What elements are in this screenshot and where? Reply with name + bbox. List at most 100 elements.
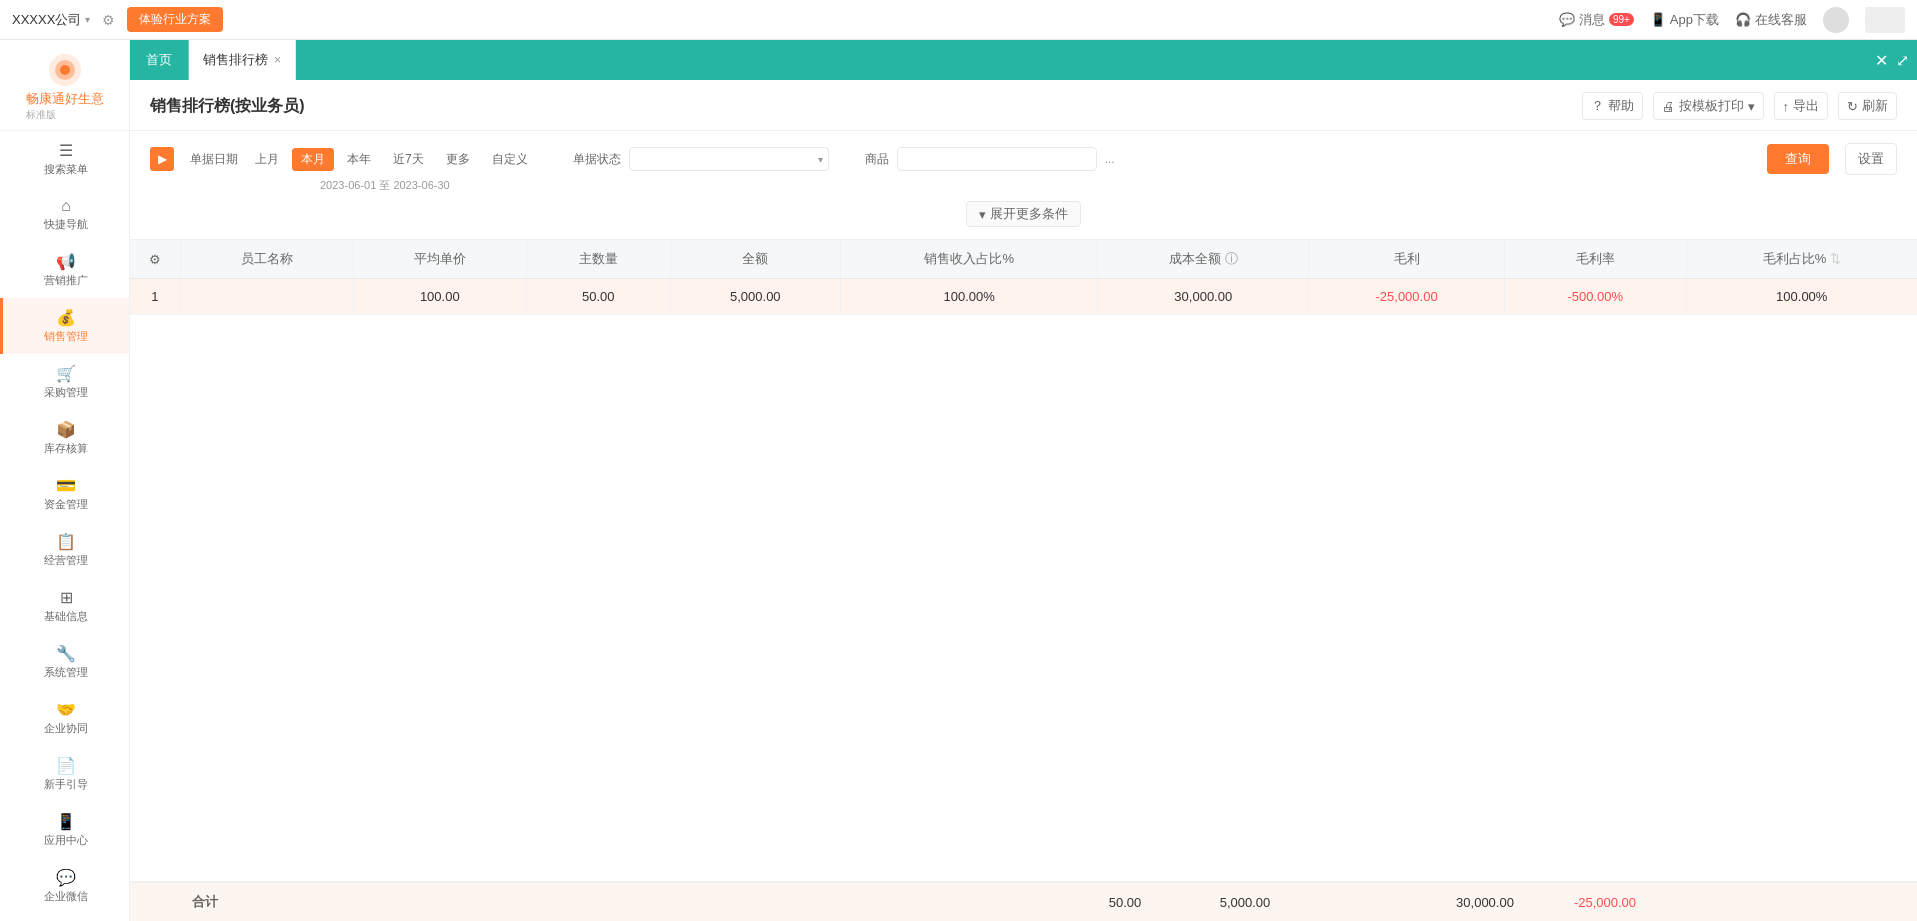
- sidebar-item-label: 库存核算: [44, 441, 88, 456]
- app-download-label: App下载: [1670, 11, 1719, 29]
- sidebar-item-basic[interactable]: ⊞ 基础信息: [0, 578, 129, 634]
- date-filter: 单据日期 上月 本月 本年 近7天 更多 自定义: [190, 148, 537, 171]
- filter-area: ▶ 单据日期 上月 本月 本年 近7天 更多 自定义: [130, 131, 1917, 240]
- date-tabs: 上月 本月 本年 近7天 更多 自定义: [246, 148, 537, 171]
- sales-ranking-table: ⚙ 员工名称 平均单价 主数量 全额 销售收入占比% 成本全额 ⓘ 毛利 毛利率: [130, 240, 1917, 315]
- more-filter-btn[interactable]: ...: [1105, 152, 1115, 166]
- th-sales-pct: 销售收入占比%: [840, 240, 1098, 279]
- sidebar-item-operation[interactable]: 📋 经营管理: [0, 522, 129, 578]
- gross-pct-sort-icon[interactable]: ⇅: [1830, 251, 1841, 266]
- tab-close-icon[interactable]: ×: [274, 53, 281, 67]
- finance-icon: 💳: [56, 476, 76, 495]
- date-range-display: 2023-06-01 至 2023-06-30: [150, 177, 1897, 193]
- date-tab-this-month[interactable]: 本月: [292, 148, 334, 171]
- sidebar-item-label: 应用中心: [44, 833, 88, 848]
- sidebar-item-finance[interactable]: 💳 资金管理: [0, 466, 129, 522]
- sidebar-item-apps[interactable]: 📱 应用中心: [0, 802, 129, 858]
- home-icon: ⌂: [61, 197, 71, 215]
- print-btn[interactable]: 🖨 按模板打印 ▾: [1653, 92, 1764, 120]
- print-icon: 🖨: [1662, 99, 1675, 114]
- message-btn[interactable]: 💬 消息 99+: [1559, 11, 1634, 29]
- app-download-btn[interactable]: 📱 App下载: [1650, 11, 1719, 29]
- footer-cost: 30,000.00: [1425, 895, 1545, 910]
- export-icon: ↑: [1783, 99, 1790, 114]
- sidebar-item-system[interactable]: 🔧 系统管理: [0, 634, 129, 690]
- content-area: 首页 销售排行榜 × ✕ ⤢ 销售排行榜(按业务员) ？ 帮助: [130, 40, 1917, 921]
- sidebar-item-enterprise[interactable]: 🤝 企业协同: [0, 690, 129, 746]
- company-selector[interactable]: XXXXX公司 ▾: [12, 11, 90, 29]
- marketing-icon: 📢: [56, 252, 76, 271]
- tab-bar: 首页 销售排行榜 × ✕ ⤢: [130, 40, 1917, 80]
- data-table-wrapper: ⚙ 员工名称 平均单价 主数量 全额 销售收入占比% 成本全额 ⓘ 毛利 毛利率: [130, 240, 1917, 881]
- sidebar-item-purchase[interactable]: 🛒 采购管理: [0, 354, 129, 410]
- tab-sales-ranking[interactable]: 销售排行榜 ×: [189, 40, 296, 80]
- date-range-text: 2023-06-01 至 2023-06-30: [320, 179, 450, 191]
- status-select[interactable]: [629, 147, 829, 171]
- top-right-actions: 💬 消息 99+ 📱 App下载 🎧 在线客服: [1559, 7, 1905, 33]
- gear-icon[interactable]: ⚙: [102, 12, 115, 28]
- cell-cost: 30,000.00: [1098, 279, 1309, 315]
- sidebar-item-label: 搜索菜单: [44, 162, 88, 177]
- th-amount: 全额: [670, 240, 840, 279]
- trial-button[interactable]: 体验行业方案: [127, 7, 223, 32]
- help-btn[interactable]: ？ 帮助: [1582, 92, 1643, 120]
- status-select-wrapper[interactable]: [629, 147, 829, 171]
- settings-button[interactable]: 设置: [1845, 143, 1897, 175]
- th-name: 员工名称: [180, 240, 353, 279]
- online-service-btn[interactable]: 🎧 在线客服: [1735, 11, 1807, 29]
- page-actions: ？ 帮助 🖨 按模板打印 ▾ ↑ 导出 ↻ 刷新: [1582, 92, 1898, 120]
- basic-icon: ⊞: [60, 588, 73, 607]
- window-close-btn[interactable]: ✕: [1875, 51, 1888, 70]
- sidebar-item-label: 销售管理: [44, 329, 88, 344]
- th-gross-pct: 毛利占比% ⇅: [1686, 240, 1917, 279]
- sidebar-item-marketing[interactable]: 📢 营销推广: [0, 242, 129, 298]
- status-filter-label: 单据状态: [573, 151, 621, 168]
- cell-amount: 5,000.00: [670, 279, 840, 315]
- sidebar-item-search[interactable]: ☰ 搜索菜单: [0, 131, 129, 187]
- refresh-btn[interactable]: ↻ 刷新: [1838, 92, 1897, 120]
- goods-filter-label: 商品: [865, 151, 889, 168]
- date-tab-7days[interactable]: 近7天: [384, 148, 433, 171]
- message-badge: 99+: [1609, 13, 1634, 26]
- date-tab-last-month[interactable]: 上月: [246, 148, 288, 171]
- date-tab-this-year[interactable]: 本年: [338, 148, 380, 171]
- sidebar-item-guide[interactable]: 📄 新手引导: [0, 746, 129, 802]
- cell-gross-pct: 100.00%: [1686, 279, 1917, 315]
- username-area: [1865, 7, 1905, 33]
- guide-icon: 📄: [56, 756, 76, 775]
- export-btn[interactable]: ↑ 导出: [1774, 92, 1829, 120]
- goods-input[interactable]: [897, 147, 1097, 171]
- th-cost: 成本全额 ⓘ: [1098, 240, 1309, 279]
- query-button[interactable]: 查询: [1767, 144, 1829, 174]
- help-label: 帮助: [1608, 97, 1634, 115]
- company-dropdown-arrow: ▾: [85, 14, 90, 25]
- expand-conditions-btn[interactable]: ▾ 展开更多条件: [966, 201, 1081, 227]
- status-filter: 单据状态: [573, 147, 829, 171]
- sidebar-item-sales[interactable]: 💰 销售管理: [0, 298, 129, 354]
- window-maximize-btn[interactable]: ⤢: [1896, 51, 1909, 70]
- th-settings[interactable]: ⚙: [130, 240, 180, 279]
- footer-quantity: 50.00: [1065, 895, 1185, 910]
- message-label: 消息: [1579, 11, 1605, 29]
- sidebar-item-label: 快捷导航: [44, 217, 88, 232]
- cost-info-icon[interactable]: ⓘ: [1225, 251, 1238, 266]
- operation-icon: 📋: [56, 532, 76, 551]
- sidebar-item-inventory[interactable]: 📦 库存核算: [0, 410, 129, 466]
- refresh-label: 刷新: [1862, 97, 1888, 115]
- filter-toggle-btn[interactable]: ▶: [150, 147, 174, 171]
- avatar[interactable]: [1823, 7, 1849, 33]
- date-tab-custom[interactable]: 自定义: [483, 148, 537, 171]
- cell-name: [180, 279, 353, 315]
- tab-label: 销售排行榜: [203, 51, 268, 69]
- cell-avg-price: 100.00: [353, 279, 526, 315]
- sidebar-item-member[interactable]: ◇ 畅会员: [0, 914, 129, 921]
- sales-icon: 💰: [56, 308, 76, 327]
- sidebar-item-shortcut[interactable]: ⌂ 快捷导航: [0, 187, 129, 242]
- tab-home[interactable]: 首页: [130, 40, 189, 80]
- th-gross-rate: 毛利率: [1505, 240, 1686, 279]
- date-tab-more[interactable]: 更多: [437, 148, 479, 171]
- table-settings-icon: ⚙: [149, 252, 161, 267]
- apps-icon: 📱: [56, 812, 76, 831]
- table-row: 1 100.00 50.00 5,000.00 100.00% 30,000.0…: [130, 279, 1917, 315]
- sidebar-item-wechat[interactable]: 💬 企业微信: [0, 858, 129, 914]
